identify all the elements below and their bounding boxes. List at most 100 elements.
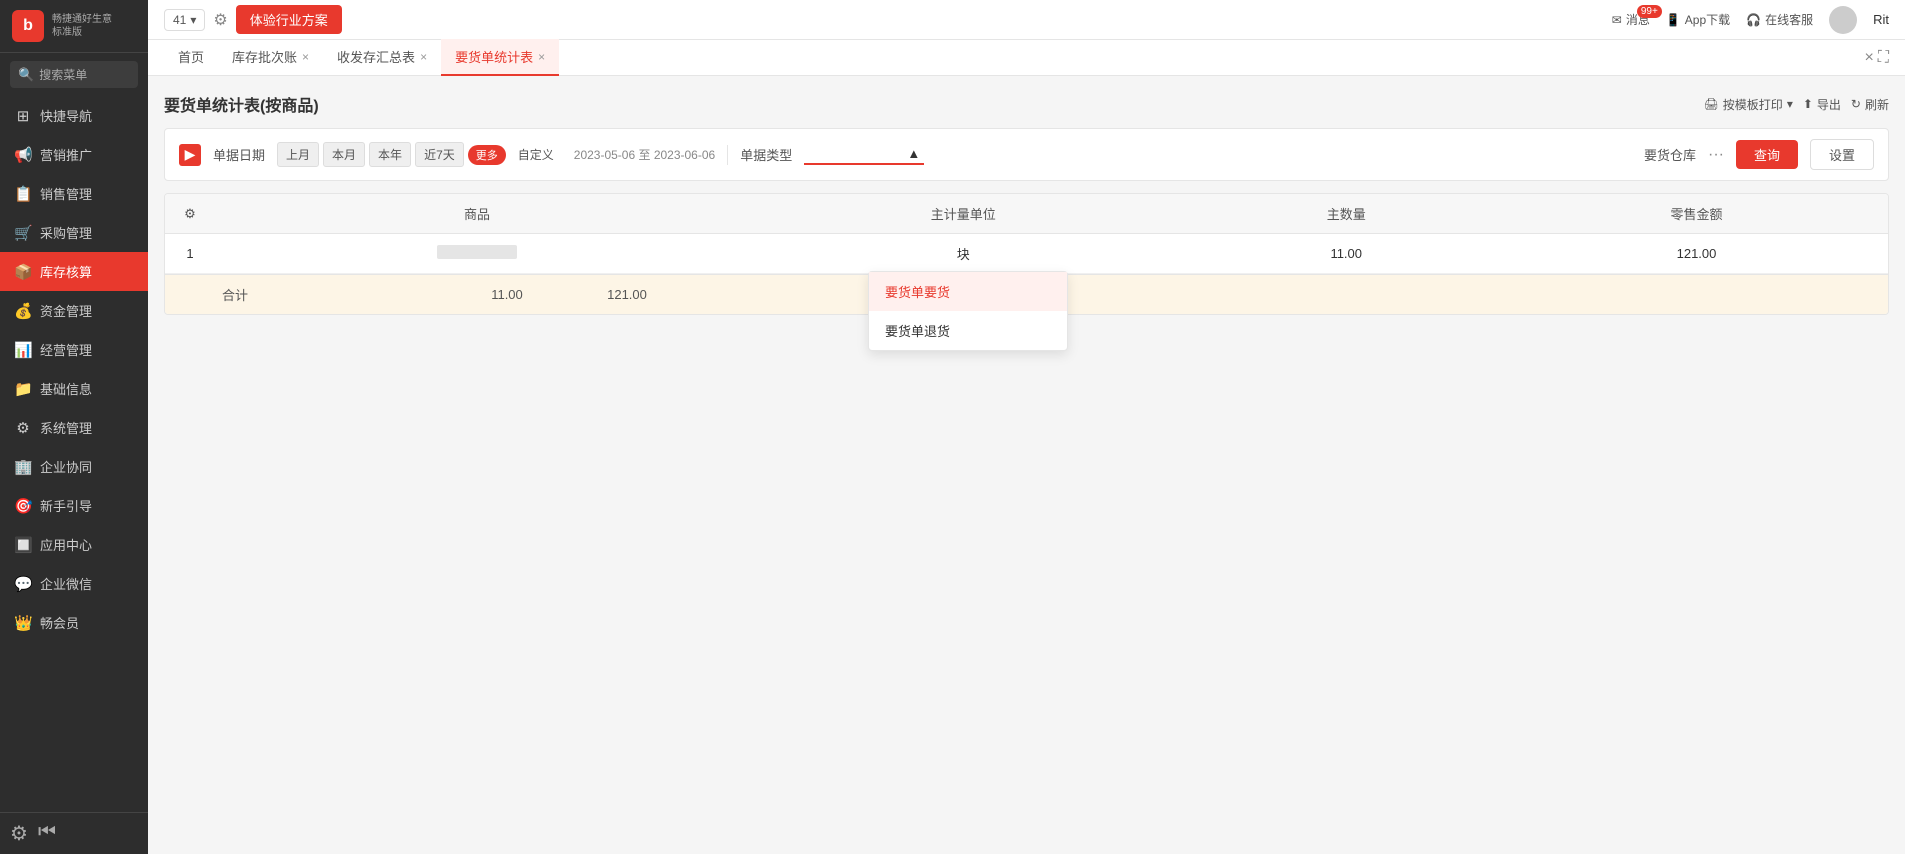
warehouse-label: 要货仓库 [1644, 145, 1696, 164]
tab-home-label: 首页 [178, 47, 204, 66]
headset-icon: 🎧 [1746, 13, 1761, 27]
print-chevron-icon: ▾ [1787, 97, 1793, 111]
sidebar-item-marketing[interactable]: 📢营销推广 [0, 135, 148, 174]
footer-amount: 121.00 [577, 287, 677, 302]
app-name: 畅捷通好生意 [52, 13, 112, 26]
sidebar-system-label: 系统管理 [40, 418, 92, 437]
print-label: 按模板打印 [1723, 96, 1783, 113]
online-service-btn[interactable]: 🎧 在线客服 [1746, 11, 1813, 28]
sidebar-item-quick-nav[interactable]: ⊞快捷导航 [0, 96, 148, 135]
settings-bottom-icon[interactable]: ⚙ [10, 821, 28, 846]
sidebar-item-enterprise[interactable]: 🏢 企业协同 [0, 447, 148, 486]
date-prev-month-btn[interactable]: 上月 [277, 142, 319, 167]
tab-receivables[interactable]: 收发存汇总表 × [323, 39, 441, 76]
cell-qty: 11.00 [1187, 234, 1505, 274]
tab-fullscreen-icon[interactable]: ⛶ [1878, 49, 1889, 67]
company-select[interactable]: 41 ▾ [164, 9, 205, 31]
message-icon: ✉ [1612, 13, 1622, 27]
sidebar-item-wechat[interactable]: 💬企业微信 [0, 564, 148, 603]
message-badge: 99+ [1637, 5, 1662, 18]
col-settings[interactable]: ⚙ [165, 194, 215, 234]
export-label: 导出 [1817, 96, 1841, 113]
col-qty: 主数量 [1187, 194, 1505, 234]
collapse-icon[interactable]: ⏮ [38, 821, 56, 846]
date-this-month-btn[interactable]: 本月 [323, 142, 365, 167]
table-row: 1 块 11.00 121.00 [165, 234, 1888, 274]
sidebar-item-guide[interactable]: 🎯新手引导 [0, 486, 148, 525]
date-custom-btn[interactable]: 自定义 [510, 143, 562, 166]
warehouse-dots-btn[interactable]: ··· [1708, 146, 1724, 164]
search-icon: 🔍 [18, 67, 34, 83]
page-header: 要货单统计表(按商品) 🖨 按模板打印 ▾ ⬆ 导出 ↻ 刷新 [164, 92, 1889, 116]
date-buttons: 上月 本月 本年 近7天 更多 自定义 [277, 142, 562, 167]
logo-text: 畅捷通好生意 标准版 [52, 13, 112, 39]
expand-filter-btn[interactable]: ▶ [179, 144, 201, 166]
page-actions: 🖨 按模板打印 ▾ ⬆ 导出 ↻ 刷新 [1704, 96, 1889, 113]
sidebar-item-base[interactable]: 📁基础信息 [0, 369, 148, 408]
sidebar-item-member[interactable]: 👑畅会员 [0, 603, 148, 642]
type-chevron-up-icon: ▲ [907, 146, 920, 161]
refresh-btn[interactable]: ↻ 刷新 [1851, 96, 1889, 113]
search-label: 搜索菜单 [39, 66, 87, 83]
sidebar-item-system[interactable]: ⚙ 系统管理 [0, 408, 148, 447]
user-name: Rit [1873, 12, 1889, 27]
sidebar-item-finance[interactable]: 💰资金管理 [0, 291, 148, 330]
topbar-left: 41 ▾ ⚙ 体验行业方案 [164, 5, 1600, 34]
date-last-7-btn[interactable]: 近7天 [415, 142, 464, 167]
tab-receivables-close[interactable]: × [420, 50, 427, 64]
print-btn[interactable]: 🖨 按模板打印 ▾ [1704, 96, 1793, 113]
gear-icon[interactable]: ⚙ [213, 10, 227, 30]
tab-inventory-batch-close[interactable]: × [302, 50, 309, 64]
tab-purchase-order-stats[interactable]: 要货单统计表 × [441, 39, 559, 76]
sidebar-sales-icon: 📋 [14, 185, 32, 203]
content-area: 要货单统计表(按商品) 🖨 按模板打印 ▾ ⬆ 导出 ↻ 刷新 [148, 76, 1905, 854]
main-area: 41 ▾ ⚙ 体验行业方案 ✉ 消息 99+ 📱 App下载 🎧 在线客服 Ri… [148, 0, 1905, 854]
avatar[interactable] [1829, 6, 1857, 34]
tab-purchase-order-stats-close[interactable]: × [538, 50, 545, 64]
sidebar-appstore-label: 应用中心 [40, 535, 92, 554]
app-download-btn[interactable]: 📱 App下载 [1666, 11, 1730, 28]
tab-home[interactable]: 首页 [164, 39, 218, 76]
date-more-btn[interactable]: 更多 [468, 145, 506, 165]
cell-product [215, 234, 739, 274]
table-settings-icon[interactable]: ⚙ [184, 206, 196, 221]
sidebar-appstore-icon: 🔲 [14, 536, 32, 554]
query-button[interactable]: 查询 [1736, 140, 1798, 169]
topbar-right: ✉ 消息 99+ 📱 App下载 🎧 在线客服 Rit [1612, 6, 1889, 34]
sidebar-item-inventory[interactable]: 📦库存核算 [0, 252, 148, 291]
dropdown-item-purchase-order[interactable]: 要货单要货 [869, 272, 1067, 311]
sidebar-item-sales[interactable]: 📋销售管理 [0, 174, 148, 213]
date-this-year-btn[interactable]: 本年 [369, 142, 411, 167]
type-dropdown: 要货单要货 要货单退货 [868, 271, 1068, 351]
date-label: 单据日期 [213, 145, 265, 164]
trial-button[interactable]: 体验行业方案 [236, 5, 342, 34]
sidebar-enterprise-icon: 🏢 [14, 458, 32, 476]
tabbar: 首页 库存批次账 × 收发存汇总表 × 要货单统计表 × × ⛶ [148, 40, 1905, 76]
type-select[interactable]: ▲ [804, 144, 924, 165]
col-product: 商品 [215, 194, 739, 234]
tab-expand-icon[interactable]: × [1864, 49, 1873, 67]
sidebar: b 畅捷通好生意 标准版 🔍 搜索菜单 ⊞快捷导航📢营销推广📋销售管理🛒采购管理… [0, 0, 148, 854]
chevron-down-icon: ▾ [190, 13, 196, 27]
sidebar-item-appstore[interactable]: 🔲 应用中心 [0, 525, 148, 564]
sidebar-search[interactable]: 🔍 搜索菜单 [10, 61, 138, 88]
tab-inventory-batch[interactable]: 库存批次账 × [218, 39, 323, 76]
logo-icon: b [12, 10, 44, 42]
settings-button[interactable]: 设置 [1810, 139, 1874, 170]
tab-receivables-label: 收发存汇总表 [337, 47, 415, 66]
export-btn[interactable]: ⬆ 导出 [1803, 96, 1841, 113]
company-name: 41 [173, 13, 186, 27]
table-header-row: ⚙ 商品 主计量单位 主数量 零售金额 [165, 194, 1888, 234]
footer-qty: 11.00 [457, 287, 557, 302]
messages-btn[interactable]: ✉ 消息 99+ [1612, 11, 1650, 28]
sidebar-system-icon: ⚙ [14, 419, 32, 437]
phone-icon: 📱 [1666, 13, 1681, 27]
app-label: App下载 [1685, 11, 1730, 28]
sidebar-item-operation[interactable]: 📊经营管理 [0, 330, 148, 369]
dropdown-item-purchase-return[interactable]: 要货单退货 [869, 311, 1067, 350]
topbar: 41 ▾ ⚙ 体验行业方案 ✉ 消息 99+ 📱 App下载 🎧 在线客服 Ri… [148, 0, 1905, 40]
sidebar-enterprise-label: 企业协同 [40, 457, 92, 476]
page-content: 要货单统计表(按商品) 🖨 按模板打印 ▾ ⬆ 导出 ↻ 刷新 [148, 76, 1905, 331]
sidebar-inventory-label: 库存核算 [40, 262, 92, 281]
sidebar-item-purchase[interactable]: 🛒采购管理 [0, 213, 148, 252]
